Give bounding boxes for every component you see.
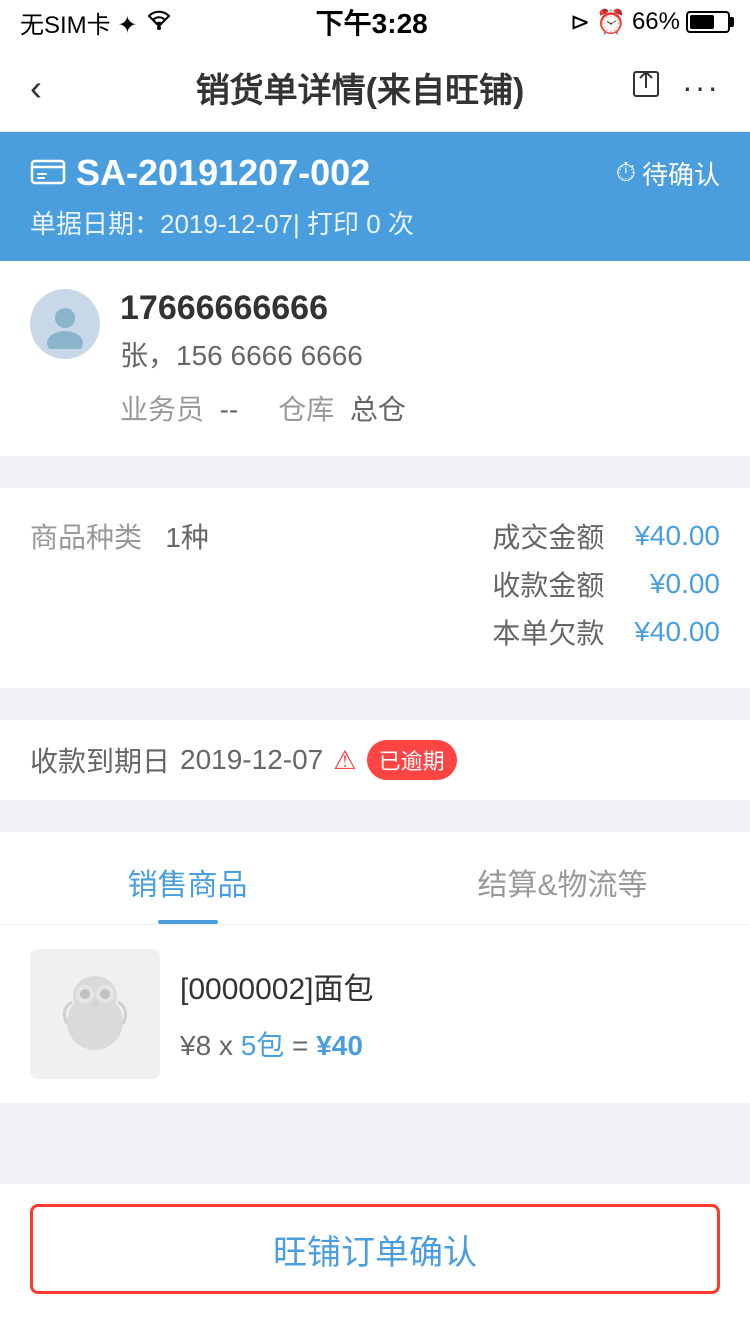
status-time: 下午3:28: [316, 2, 428, 42]
confirm-order-button[interactable]: 旺铺订单确认: [30, 1204, 720, 1294]
overdue-icon: ⚠: [333, 745, 356, 776]
nav-bar: ‹ 销货单详情(来自旺铺) ···: [0, 44, 750, 132]
owed-amount: ¥40.00: [634, 616, 720, 648]
tab-settlement[interactable]: 结算&物流等: [375, 832, 750, 924]
battery-icon: [686, 11, 730, 33]
order-banner: SA-20191207-002 ⏱ 待确认 单据日期：2019-12-07| 打…: [0, 132, 750, 261]
status-left: 无SIM卡 ✦: [20, 5, 173, 40]
status-bar: 无SIM卡 ✦ 下午3:28 ⊳ ⏰ 66%: [0, 0, 750, 44]
amounts-section: 商品种类 1种 成交金额 ¥40.00 收款金额 ¥0.00 本单欠款 ¥40.…: [0, 488, 750, 688]
customer-name: 张，156 6666 6666: [120, 334, 720, 374]
order-status: ⏱ 待确认: [616, 155, 720, 192]
customer-phone: 17666666666: [120, 289, 720, 328]
clock-icon: ⏱: [616, 157, 636, 189]
order-icon: [30, 152, 66, 194]
salesman-field: 业务员 --: [120, 388, 238, 428]
product-price: ¥8 x 5包 = ¥40: [180, 1024, 720, 1064]
location-icon: ⊳: [570, 8, 590, 37]
wifi-icon: [145, 8, 173, 37]
receipt-amount: ¥0.00: [650, 568, 720, 600]
back-button[interactable]: ‹: [30, 67, 90, 109]
share-icon[interactable]: [630, 68, 662, 108]
product-name: [0000002]面包: [180, 964, 720, 1008]
product-thumbnail: [30, 949, 160, 1079]
alarm-icon: ⏰: [596, 8, 626, 37]
divider-1: [0, 472, 750, 488]
warehouse-field: 仓库 总仓: [278, 388, 406, 428]
amount-details: 成交金额 ¥40.00 收款金额 ¥0.00 本单欠款 ¥40.00: [492, 516, 720, 660]
avatar: [30, 289, 100, 359]
customer-info: 17666666666 张，156 6666 6666 业务员 -- 仓库 总仓: [120, 289, 720, 428]
order-id: SA-20191207-002: [30, 152, 370, 194]
overdue-badge: 已逾期: [367, 740, 457, 780]
bottom-bar: 旺铺订单确认: [0, 1183, 750, 1334]
divider-3: [0, 816, 750, 832]
tab-sales-products[interactable]: 销售商品: [0, 832, 375, 924]
no-sim-label: 无SIM卡 ✦: [20, 5, 137, 40]
deal-amount: ¥40.00: [634, 520, 720, 552]
more-icon[interactable]: ···: [682, 69, 720, 106]
customer-section: 17666666666 张，156 6666 6666 业务员 -- 仓库 总仓: [0, 261, 750, 456]
product-item: [0000002]面包 ¥8 x 5包 = ¥40: [0, 925, 750, 1103]
divider-2: [0, 704, 750, 720]
nav-right-actions: ···: [630, 68, 720, 108]
order-date: 单据日期：2019-12-07| 打印 0 次: [30, 204, 720, 241]
tab-bar: 销售商品 结算&物流等: [0, 832, 750, 925]
overdue-section: 收款到期日 2019-12-07 ⚠ 已逾期: [0, 720, 750, 800]
battery-percent: 66%: [632, 8, 680, 36]
page-title: 销货单详情(来自旺铺): [90, 63, 630, 112]
product-info: [0000002]面包 ¥8 x 5包 = ¥40: [180, 964, 720, 1064]
status-right: ⊳ ⏰ 66%: [570, 8, 730, 37]
